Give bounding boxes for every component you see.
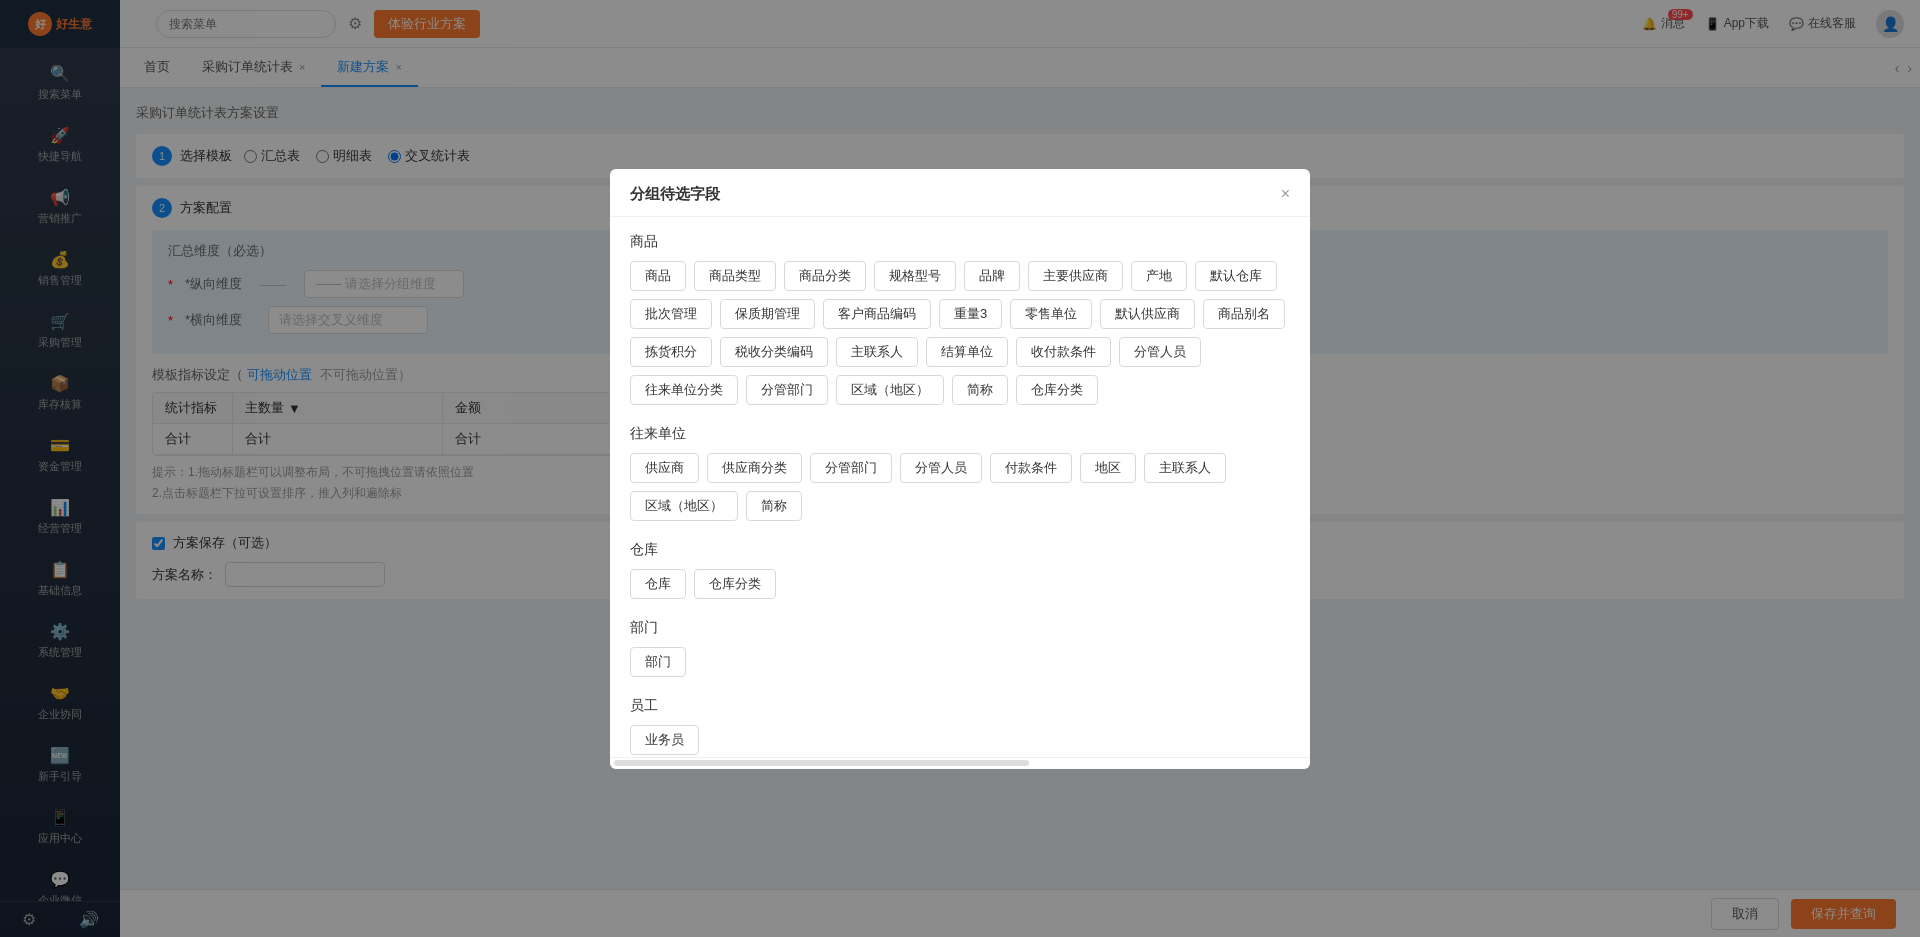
field-tag-1-5[interactable]: 地区 [1080,453,1136,483]
field-grid-3: 部门 [630,647,1290,677]
field-tag-0-17[interactable]: 主联系人 [836,337,918,367]
field-tag-2-1[interactable]: 仓库分类 [694,569,776,599]
field-tag-0-19[interactable]: 收付款条件 [1016,337,1111,367]
section-title-2: 仓库 [630,541,1290,559]
field-tag-0-3[interactable]: 规格型号 [874,261,956,291]
field-section-2: 仓库仓库仓库分类 [630,541,1290,599]
field-tag-1-6[interactable]: 主联系人 [1144,453,1226,483]
modal-title: 分组待选字段 [630,185,720,204]
field-section-3: 部门部门 [630,619,1290,677]
modal-scroll-bar[interactable] [610,757,1310,769]
field-tag-0-18[interactable]: 结算单位 [926,337,1008,367]
field-tag-0-4[interactable]: 品牌 [964,261,1020,291]
modal-body: 商品商品商品类型商品分类规格型号品牌主要供应商产地默认仓库批次管理保质期管理客户… [610,217,1310,757]
modal-header: 分组待选字段 × [610,169,1310,217]
field-tag-0-14[interactable]: 商品别名 [1203,299,1285,329]
field-tag-0-22[interactable]: 分管部门 [746,375,828,405]
section-title-4: 员工 [630,697,1290,715]
field-tag-0-15[interactable]: 拣货积分 [630,337,712,367]
field-section-0: 商品商品商品类型商品分类规格型号品牌主要供应商产地默认仓库批次管理保质期管理客户… [630,233,1290,405]
field-tag-0-20[interactable]: 分管人员 [1119,337,1201,367]
field-tag-1-7[interactable]: 区域（地区） [630,491,738,521]
field-grid-0: 商品商品类型商品分类规格型号品牌主要供应商产地默认仓库批次管理保质期管理客户商品… [630,261,1290,405]
section-title-0: 商品 [630,233,1290,251]
field-tag-0-6[interactable]: 产地 [1131,261,1187,291]
modal-dialog: 分组待选字段 × 商品商品商品类型商品分类规格型号品牌主要供应商产地默认仓库批次… [610,169,1310,769]
field-tag-0-1[interactable]: 商品类型 [694,261,776,291]
field-tag-0-2[interactable]: 商品分类 [784,261,866,291]
field-grid-4: 业务员 [630,725,1290,755]
field-tag-1-4[interactable]: 付款条件 [990,453,1072,483]
field-tag-0-21[interactable]: 往来单位分类 [630,375,738,405]
field-section-4: 员工业务员 [630,697,1290,755]
field-tag-0-7[interactable]: 默认仓库 [1195,261,1277,291]
field-tag-0-16[interactable]: 税收分类编码 [720,337,828,367]
field-grid-2: 仓库仓库分类 [630,569,1290,599]
modal-close-button[interactable]: × [1281,185,1290,203]
field-section-1: 往来单位供应商供应商分类分管部门分管人员付款条件地区主联系人区域（地区） 简称 [630,425,1290,521]
modal-overlay: 分组待选字段 × 商品商品商品类型商品分类规格型号品牌主要供应商产地默认仓库批次… [0,0,1920,937]
field-tag-0-12[interactable]: 零售单位 [1010,299,1092,329]
field-grid-1: 供应商供应商分类分管部门分管人员付款条件地区主联系人区域（地区） 简称 [630,453,1290,521]
field-tag-0-10[interactable]: 客户商品编码 [823,299,931,329]
field-tag-2-0[interactable]: 仓库 [630,569,686,599]
section-title-1: 往来单位 [630,425,1290,443]
field-tag-1-1[interactable]: 供应商分类 [707,453,802,483]
field-tag-0-25[interactable]: 仓库分类 [1016,375,1098,405]
scroll-thumb [614,760,1029,766]
field-tag-0-5[interactable]: 主要供应商 [1028,261,1123,291]
field-tag-0-9[interactable]: 保质期管理 [720,299,815,329]
field-tag-0-13[interactable]: 默认供应商 [1100,299,1195,329]
field-tag-0-23[interactable]: 区域（地区） [836,375,944,405]
field-tag-0-24[interactable]: 简称 [952,375,1008,405]
field-tag-0-0[interactable]: 商品 [630,261,686,291]
section-title-3: 部门 [630,619,1290,637]
field-tag-0-8[interactable]: 批次管理 [630,299,712,329]
field-tag-1-3[interactable]: 分管人员 [900,453,982,483]
field-tag-4-0[interactable]: 业务员 [630,725,699,755]
field-tag-0-11[interactable]: 重量3 [939,299,1002,329]
field-tag-1-2[interactable]: 分管部门 [810,453,892,483]
field-tag-1-0[interactable]: 供应商 [630,453,699,483]
field-tag-1-8[interactable]: 简称 [746,491,802,521]
field-tag-3-0[interactable]: 部门 [630,647,686,677]
